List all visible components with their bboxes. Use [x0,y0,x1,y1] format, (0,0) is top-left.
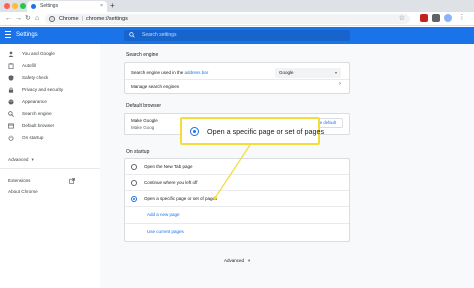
default-browser-section-title: Default browser [126,103,162,109]
address-bar-link[interactable]: address bar [185,70,209,75]
sidebar-item-label: Autofill [22,63,36,68]
url-host: Chrome [59,16,79,22]
manage-search-engines-row[interactable]: Manage search engines [131,84,179,90]
close-window-button[interactable] [4,3,10,9]
search-engine-section-title: Search engine [126,52,159,58]
page-title: Settings [16,32,38,38]
more-menu-icon[interactable]: ⋮ [458,14,466,22]
clipboard-icon [8,63,14,69]
advanced-footer-toggle[interactable]: Advanced ▾ [224,258,250,264]
search-settings-input[interactable]: Search settings [124,30,350,41]
settings-header: Settings Search settings [0,27,474,44]
sidebar-item-label: On startup [22,135,44,140]
browser-toolbar: ← → ↻ ⌂ i Chrome | chrome://settings ☆ ⋮ [0,12,474,26]
row-divider [125,223,349,224]
sidebar-item-on-startup[interactable]: On startup [0,132,100,144]
external-link-icon[interactable] [69,178,75,184]
sidebar-item-about-chrome[interactable]: About Chrome [8,187,38,197]
shield-icon [8,75,14,81]
bookmark-star-icon[interactable]: ☆ [399,14,405,24]
search-placeholder: Search settings [142,32,177,38]
forward-button[interactable]: → [15,14,22,24]
sidebar-advanced[interactable]: Advanced ▾ [8,155,34,165]
tab-title: Settings [40,3,59,9]
row-divider [125,79,349,80]
sidebar-item-autofill[interactable]: Autofill [0,60,100,72]
search-engine-card: Search engine used in the address bar Go… [124,62,350,94]
default-browser-line2: Make Goog [131,125,155,130]
minimize-window-button[interactable] [12,3,18,9]
sidebar-divider [0,168,100,169]
dropdown-value: Google [279,70,294,75]
tab-strip: Settings × + [0,0,474,12]
radio-specific-pages-label[interactable]: Open a specific page or set of pages [144,196,217,202]
default-browser-line1: Make Google [131,118,158,123]
info-icon[interactable]: i [49,16,55,22]
chevron-down-icon: ▾ [248,258,251,263]
search-icon [8,111,14,117]
reload-button[interactable]: ↻ [25,14,31,24]
sidebar-item-label: Search engine [22,111,52,116]
lock-icon [8,87,14,93]
new-tab-button[interactable]: + [110,1,115,11]
row-divider [125,174,349,175]
sidebar-item-label: You and Google [22,51,55,56]
chevron-down-icon: ▾ [334,70,337,75]
settings-main: Search engine Search engine used in the … [100,44,474,288]
advanced-footer-label: Advanced [224,258,245,263]
sidebar-item-extensions[interactable]: Extensions [8,176,30,186]
url-separator: | [81,16,83,22]
hamburger-menu-icon[interactable] [5,31,11,39]
callout-radio-icon [190,127,199,136]
browser-icon [8,123,14,129]
on-startup-card: Open the New Tab page Continue where you… [124,158,350,242]
sidebar-item-safety-check[interactable]: Safety check [0,72,100,84]
callout-box: Open a specific page or set of pages [180,117,324,145]
address-bar[interactable]: i Chrome | chrome://settings ☆ [45,14,410,24]
search-engine-row-prefix: Search engine used in the [131,70,185,75]
add-new-page-link[interactable]: Add a new page [147,212,180,218]
sidebar-item-label: Extensions [8,178,31,183]
url-path: chrome://settings [86,16,128,22]
chevron-right-icon[interactable]: › [339,81,341,87]
sidebar-item-default-browser[interactable]: Default browser [0,120,100,132]
sidebar-item-label: Appearance [22,99,47,104]
maximize-window-button[interactable] [20,3,26,9]
tab-settings[interactable]: Settings × [27,1,107,12]
row-divider [125,190,349,191]
on-startup-section-title: On startup [126,149,150,155]
settings-sidebar: You and Google Autofill Safety check Pri… [0,44,100,288]
search-engine-dropdown[interactable]: Google ▾ [275,68,341,78]
settings-favicon-icon [31,4,36,9]
use-current-pages-link[interactable]: Use current pages [147,229,184,235]
sidebar-item-label: Safety check [22,75,49,80]
palette-icon [8,99,14,105]
sidebar-item-appearance[interactable]: Appearance [0,96,100,108]
power-icon [8,135,14,141]
radio-continue-label[interactable]: Continue where you left off [144,180,197,186]
profile-avatar[interactable] [444,14,452,22]
person-icon [8,51,14,57]
sidebar-item-you-and-google[interactable]: You and Google [0,48,100,60]
sidebar-item-privacy[interactable]: Privacy and security [0,84,100,96]
home-button[interactable]: ⌂ [35,14,39,24]
radio-new-tab[interactable] [131,164,137,170]
row-divider [125,206,349,207]
search-engine-row-label: Search engine used in the address bar [131,70,208,76]
radio-continue[interactable] [131,180,137,186]
extension-icon[interactable] [420,14,428,22]
extension-icon[interactable] [432,14,440,22]
sidebar-item-search-engine[interactable]: Search engine [0,108,100,120]
search-icon [129,32,135,38]
callout-text: Open a specific page or set of pages [207,127,325,136]
sidebar-advanced-label: Advanced [8,157,29,162]
tab-close-icon[interactable]: × [100,1,103,12]
radio-new-tab-label[interactable]: Open the New Tab page [144,164,192,170]
sidebar-item-label: About Chrome [8,189,38,194]
radio-specific-pages[interactable] [131,196,137,202]
chevron-down-icon: ▾ [31,157,34,162]
sidebar-item-label: Privacy and security [22,87,64,92]
sidebar-item-label: Default browser [22,123,55,128]
back-button[interactable]: ← [5,14,12,24]
